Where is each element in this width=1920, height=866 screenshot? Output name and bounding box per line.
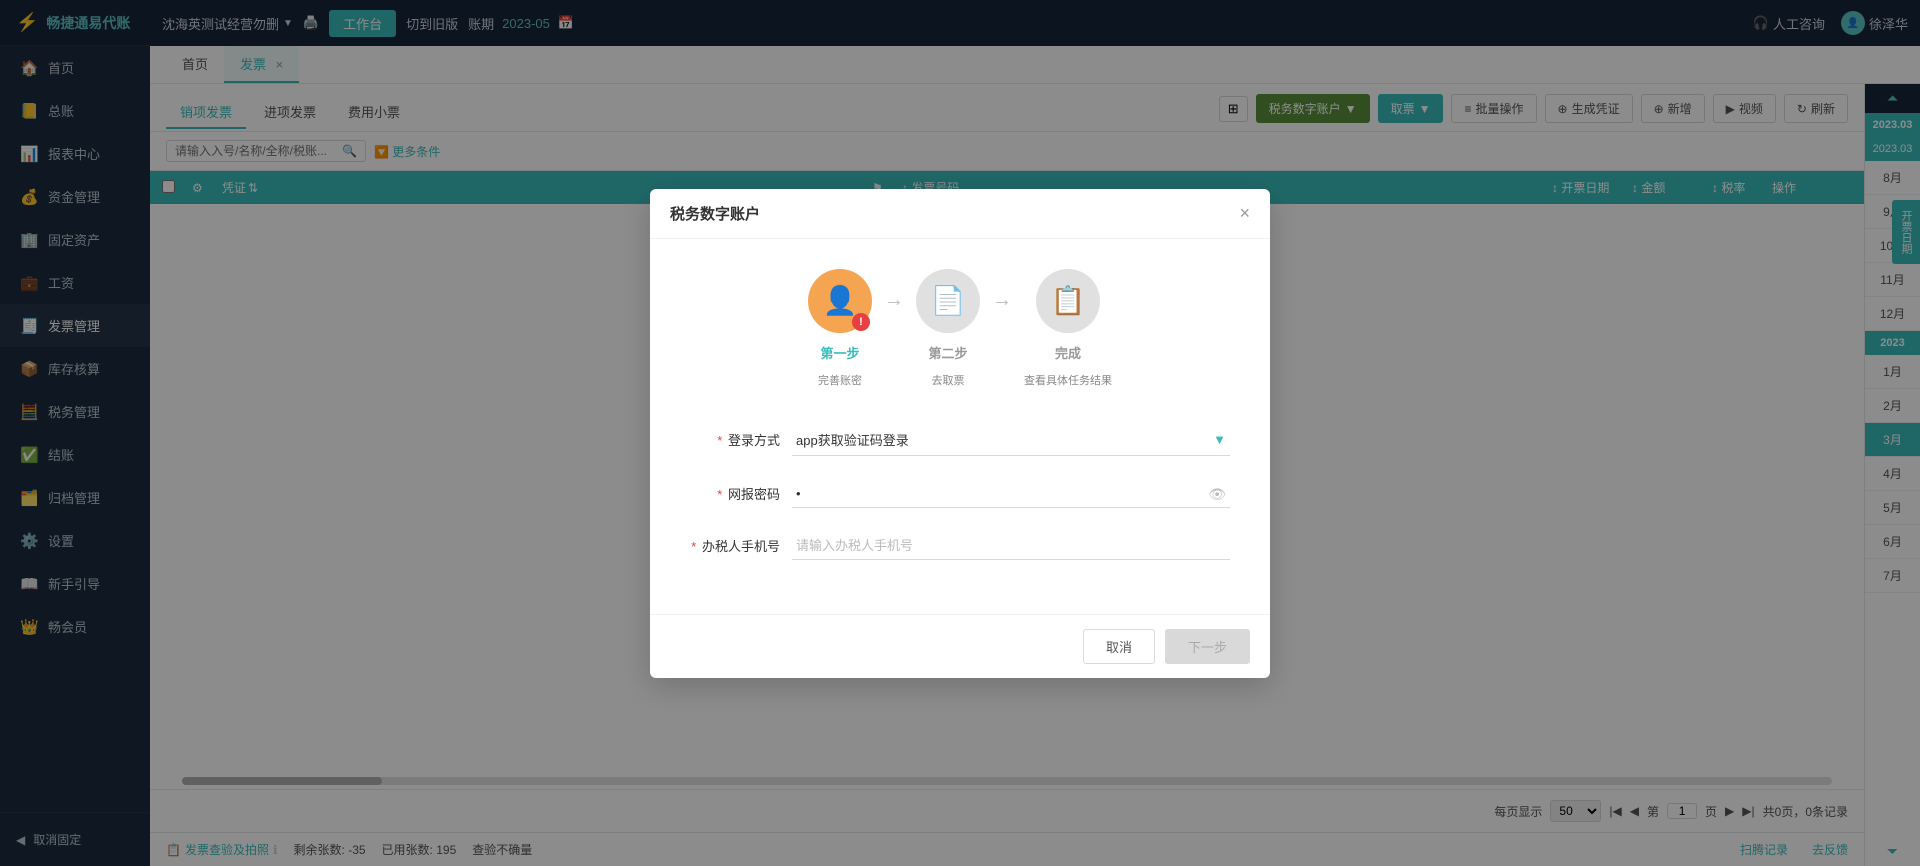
dialog-title: 税务数字账户 bbox=[670, 203, 760, 224]
login-method-value: app获取验证码登录 bbox=[796, 430, 909, 449]
step-3-desc: 查看具体任务结果 bbox=[1024, 372, 1112, 388]
steps-indicator: 👤 ! 第一步 完善账密 → 📄 第二步 去取票 → bbox=[690, 269, 1230, 388]
dialog-overlay: 税务数字账户 × 👤 ! 第一步 完善账密 → bbox=[0, 0, 1920, 866]
step-1-label: 第一步 bbox=[820, 343, 859, 362]
cancel-button[interactable]: 取消 bbox=[1083, 629, 1155, 664]
step-3-label: 完成 bbox=[1055, 343, 1081, 362]
step-3-icon-wrap: 📋 bbox=[1036, 269, 1100, 333]
dialog-header: 税务数字账户 × bbox=[650, 189, 1270, 239]
required-star: * bbox=[691, 539, 696, 554]
login-method-row: * 登录方式 app获取验证码登录 ▼ bbox=[690, 424, 1230, 456]
select-chevron-icon: ▼ bbox=[1213, 432, 1226, 447]
login-method-select[interactable]: app获取验证码登录 ▼ bbox=[792, 424, 1230, 456]
phone-label: * 办税人手机号 bbox=[690, 536, 780, 555]
step-1-icon-wrap: 👤 ! bbox=[808, 269, 872, 333]
step-3-icon: 📋 bbox=[1051, 284, 1086, 317]
eye-icon[interactable]: 👁 bbox=[1208, 486, 1226, 503]
step-2-icon-wrap: 📄 bbox=[916, 269, 980, 333]
step-2-desc: 去取票 bbox=[932, 372, 965, 388]
phone-input[interactable] bbox=[792, 532, 1230, 560]
login-method-control: app获取验证码登录 ▼ bbox=[792, 424, 1230, 456]
step-2-icon: 📄 bbox=[931, 284, 966, 317]
step-arrow-2: → bbox=[980, 289, 1024, 312]
step-2: 📄 第二步 去取票 bbox=[916, 269, 980, 388]
dialog-footer: 取消 下一步 bbox=[650, 614, 1270, 678]
step-1-badge: ! bbox=[852, 313, 870, 331]
phone-row: * 办税人手机号 bbox=[690, 532, 1230, 560]
phone-control bbox=[792, 532, 1230, 560]
password-control: 👁 bbox=[792, 480, 1230, 508]
required-star: * bbox=[717, 433, 722, 448]
step-arrow-1: → bbox=[872, 289, 916, 312]
tax-digital-dialog: 税务数字账户 × 👤 ! 第一步 完善账密 → bbox=[650, 189, 1270, 678]
login-method-label: * 登录方式 bbox=[690, 430, 780, 449]
step-2-label: 第二步 bbox=[928, 343, 967, 362]
dialog-close-button[interactable]: × bbox=[1239, 203, 1250, 224]
dialog-body: 👤 ! 第一步 完善账密 → 📄 第二步 去取票 → bbox=[650, 239, 1270, 614]
next-button[interactable]: 下一步 bbox=[1165, 629, 1250, 664]
step-1-icon: 👤 bbox=[823, 284, 858, 317]
required-star: * bbox=[717, 487, 722, 502]
step-3: 📋 完成 查看具体任务结果 bbox=[1024, 269, 1112, 388]
password-input[interactable] bbox=[792, 480, 1230, 508]
step-1: 👤 ! 第一步 完善账密 bbox=[808, 269, 872, 388]
password-row: * 网报密码 👁 bbox=[690, 480, 1230, 508]
password-label: * 网报密码 bbox=[690, 484, 780, 503]
step-1-desc: 完善账密 bbox=[818, 372, 862, 388]
